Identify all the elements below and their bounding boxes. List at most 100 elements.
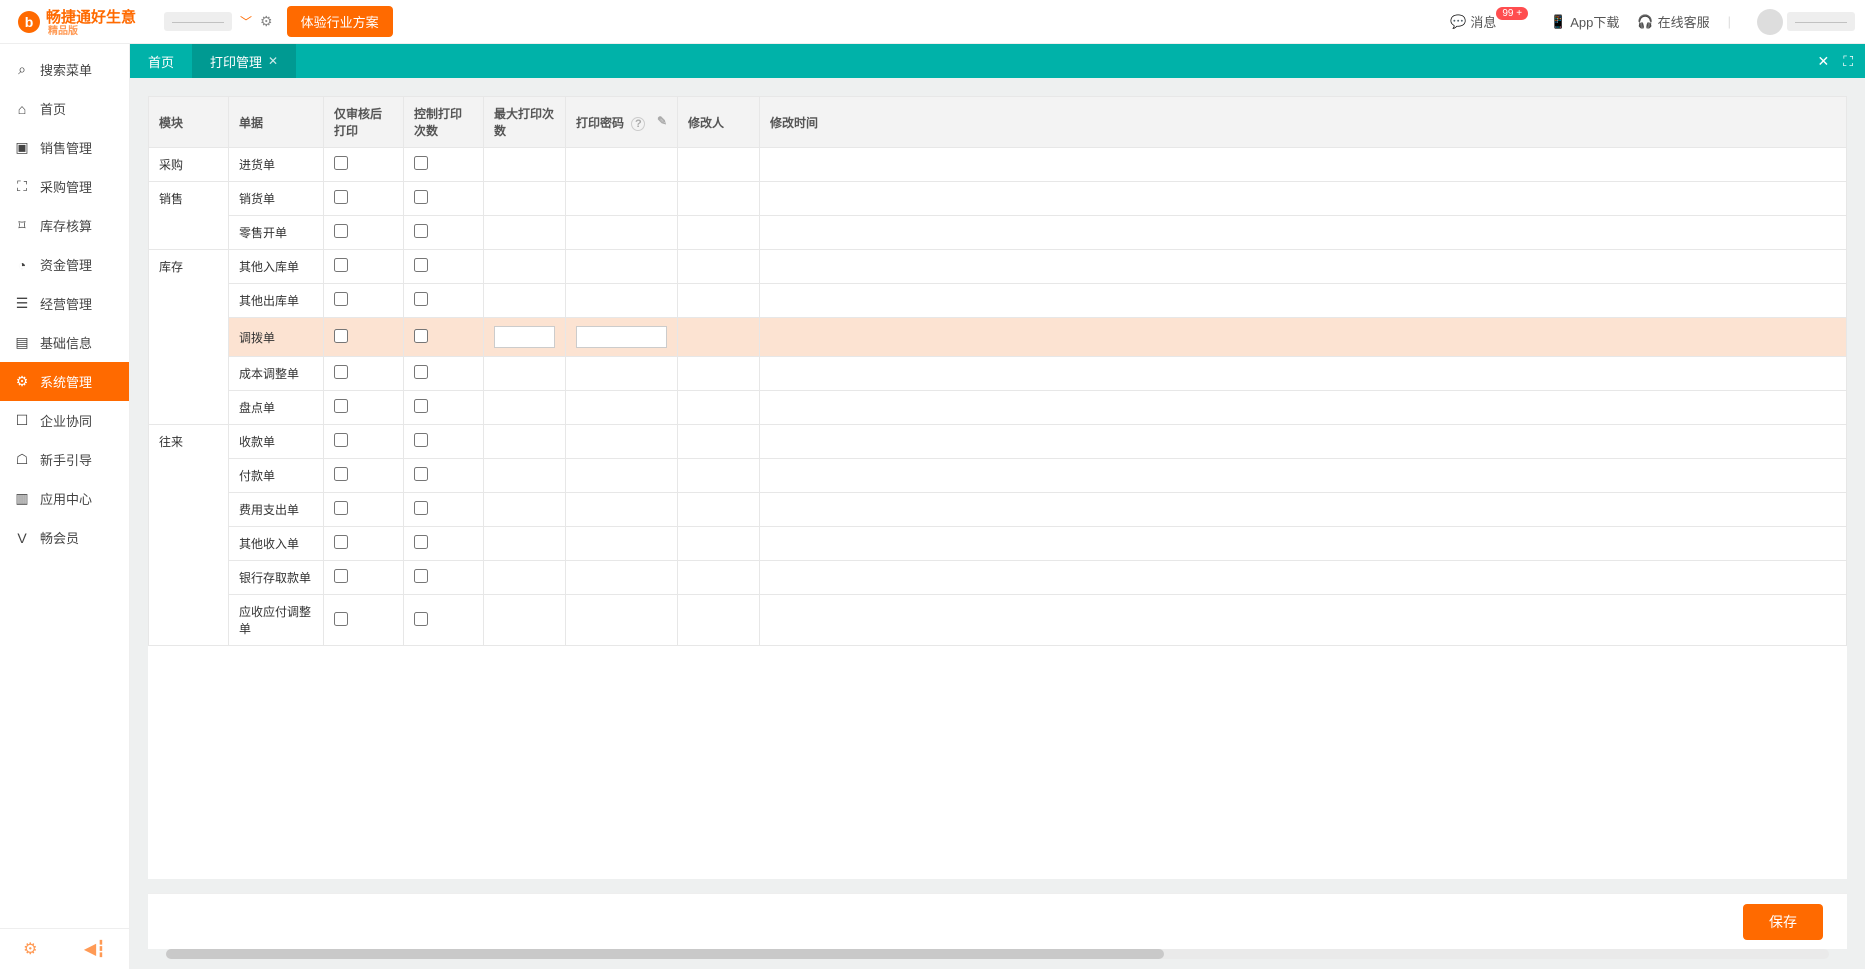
sidebar-item-label: 经营管理 bbox=[40, 294, 92, 313]
sidebar-item-base-info[interactable]: ▤基础信息 bbox=[0, 323, 129, 362]
system-icon: ⚙ bbox=[14, 374, 30, 390]
password-cell bbox=[566, 357, 678, 391]
checkbox[interactable] bbox=[414, 501, 428, 515]
checkbox[interactable] bbox=[414, 258, 428, 272]
max-count-cell bbox=[484, 216, 566, 250]
sidebar-item-sales[interactable]: ▣销售管理 bbox=[0, 128, 129, 167]
industry-plan-button[interactable]: 体验行业方案 bbox=[287, 6, 393, 37]
audit-only-cell bbox=[324, 595, 404, 646]
checkbox[interactable] bbox=[414, 292, 428, 306]
table-row[interactable]: 销售销货单 bbox=[149, 182, 1847, 216]
max-count-cell bbox=[484, 318, 566, 357]
edit-icon[interactable]: ✎ bbox=[657, 114, 667, 128]
table-row[interactable]: 盘点单 bbox=[149, 391, 1847, 425]
close-tab-icon[interactable]: ✕ bbox=[1817, 53, 1829, 70]
max-count-cell bbox=[484, 357, 566, 391]
sidebar-item-operation[interactable]: ☰ 经营管理 bbox=[0, 284, 129, 323]
table-row[interactable]: 采购进货单 bbox=[149, 148, 1847, 182]
doc-cell: 应收应付调整单 bbox=[229, 595, 324, 646]
password-cell bbox=[566, 182, 678, 216]
horizontal-scrollbar[interactable] bbox=[166, 949, 1829, 959]
settings-icon[interactable]: ⚙ bbox=[23, 939, 37, 959]
sidebar-item-search-menu[interactable]: ⌕搜索菜单 bbox=[0, 50, 129, 89]
checkbox[interactable] bbox=[414, 190, 428, 204]
table-row[interactable]: 费用支出单 bbox=[149, 493, 1847, 527]
sidebar-item-purchase[interactable]: ⛶采购管理 bbox=[0, 167, 129, 206]
checkbox[interactable] bbox=[414, 399, 428, 413]
user-menu[interactable]: ———— bbox=[1749, 9, 1855, 35]
checkbox[interactable] bbox=[334, 258, 348, 272]
control-count-cell bbox=[404, 561, 484, 595]
collapse-icon[interactable]: ◀┇ bbox=[84, 939, 106, 959]
password-cell bbox=[566, 459, 678, 493]
text-input[interactable] bbox=[494, 326, 555, 348]
checkbox[interactable] bbox=[334, 365, 348, 379]
tab-首页[interactable]: 首页 bbox=[130, 44, 192, 78]
brand-logo: b 畅捷通好生意 精品版 bbox=[10, 6, 144, 37]
table-row[interactable]: 其他收入单 bbox=[149, 527, 1847, 561]
table-row[interactable]: 调拨单 bbox=[149, 318, 1847, 357]
cs-label: 在线客服 bbox=[1658, 12, 1710, 31]
tab-打印管理[interactable]: 打印管理✕ bbox=[192, 44, 296, 78]
checkbox[interactable] bbox=[414, 224, 428, 238]
checkbox[interactable] bbox=[334, 329, 348, 343]
scrollbar-thumb[interactable] bbox=[166, 949, 1164, 959]
sidebar-item-vip[interactable]: V畅会员 bbox=[0, 518, 129, 557]
table-row[interactable]: 付款单 bbox=[149, 459, 1847, 493]
checkbox[interactable] bbox=[334, 612, 348, 626]
checkbox[interactable] bbox=[414, 329, 428, 343]
password-cell bbox=[566, 216, 678, 250]
checkbox[interactable] bbox=[334, 467, 348, 481]
sidebar-item-home[interactable]: ⌂首页 bbox=[0, 89, 129, 128]
avatar bbox=[1757, 9, 1783, 35]
audit-only-cell bbox=[324, 216, 404, 250]
checkbox[interactable] bbox=[414, 156, 428, 170]
checkbox[interactable] bbox=[334, 535, 348, 549]
checkbox[interactable] bbox=[334, 569, 348, 583]
checkbox[interactable] bbox=[414, 433, 428, 447]
operation-icon: ☰ bbox=[14, 296, 30, 312]
table-row[interactable]: 应收应付调整单 bbox=[149, 595, 1847, 646]
audit-only-cell bbox=[324, 459, 404, 493]
messages-link[interactable]: 💬 消息 99 + bbox=[1450, 12, 1532, 31]
fullscreen-icon[interactable]: ⛶ bbox=[1843, 53, 1853, 70]
sidebar-item-collab[interactable]: ☐企业协同 bbox=[0, 401, 129, 440]
checkbox[interactable] bbox=[414, 467, 428, 481]
sidebar-item-system[interactable]: ⚙系统管理 bbox=[0, 362, 129, 401]
modified-by-cell bbox=[678, 391, 760, 425]
sidebar-item-appcenter[interactable]: ▥应用中心 bbox=[0, 479, 129, 518]
table-row[interactable]: 库存其他入库单 bbox=[149, 250, 1847, 284]
app-download-link[interactable]: 📱 App下载 bbox=[1550, 12, 1619, 31]
checkbox[interactable] bbox=[414, 612, 428, 626]
messages-badge: 99 + bbox=[1496, 7, 1528, 20]
table-row[interactable]: 其他出库单 bbox=[149, 284, 1847, 318]
audit-only-cell bbox=[324, 493, 404, 527]
checkbox[interactable] bbox=[414, 569, 428, 583]
table-row[interactable]: 成本调整单 bbox=[149, 357, 1847, 391]
checkbox[interactable] bbox=[334, 190, 348, 204]
checkbox[interactable] bbox=[414, 535, 428, 549]
checkbox[interactable] bbox=[334, 224, 348, 238]
table-row[interactable]: 银行存取款单 bbox=[149, 561, 1847, 595]
checkbox[interactable] bbox=[414, 365, 428, 379]
sidebar-item-guide[interactable]: ☖新手引导 bbox=[0, 440, 129, 479]
table-row[interactable]: 零售开单 bbox=[149, 216, 1847, 250]
company-select[interactable]: ———— ﹀ ⚙ bbox=[164, 12, 273, 31]
max-count-cell bbox=[484, 459, 566, 493]
checkbox[interactable] bbox=[334, 156, 348, 170]
control-count-cell bbox=[404, 527, 484, 561]
close-icon[interactable]: ✕ bbox=[268, 54, 278, 68]
checkbox[interactable] bbox=[334, 433, 348, 447]
modified-by-cell bbox=[678, 250, 760, 284]
table-row[interactable]: 往来收款单 bbox=[149, 425, 1847, 459]
text-input[interactable] bbox=[576, 326, 667, 348]
checkbox[interactable] bbox=[334, 501, 348, 515]
sidebar-item-inventory[interactable]: ⌑库存核算 bbox=[0, 206, 129, 245]
sidebar-item-funds[interactable]: ◔资金管理 bbox=[0, 245, 129, 284]
help-icon[interactable]: ? bbox=[631, 117, 645, 131]
checkbox[interactable] bbox=[334, 292, 348, 306]
customer-service-link[interactable]: 🎧 在线客服 bbox=[1637, 12, 1709, 31]
save-button[interactable]: 保存 bbox=[1743, 904, 1823, 940]
gear-icon[interactable]: ⚙ bbox=[260, 13, 273, 30]
checkbox[interactable] bbox=[334, 399, 348, 413]
